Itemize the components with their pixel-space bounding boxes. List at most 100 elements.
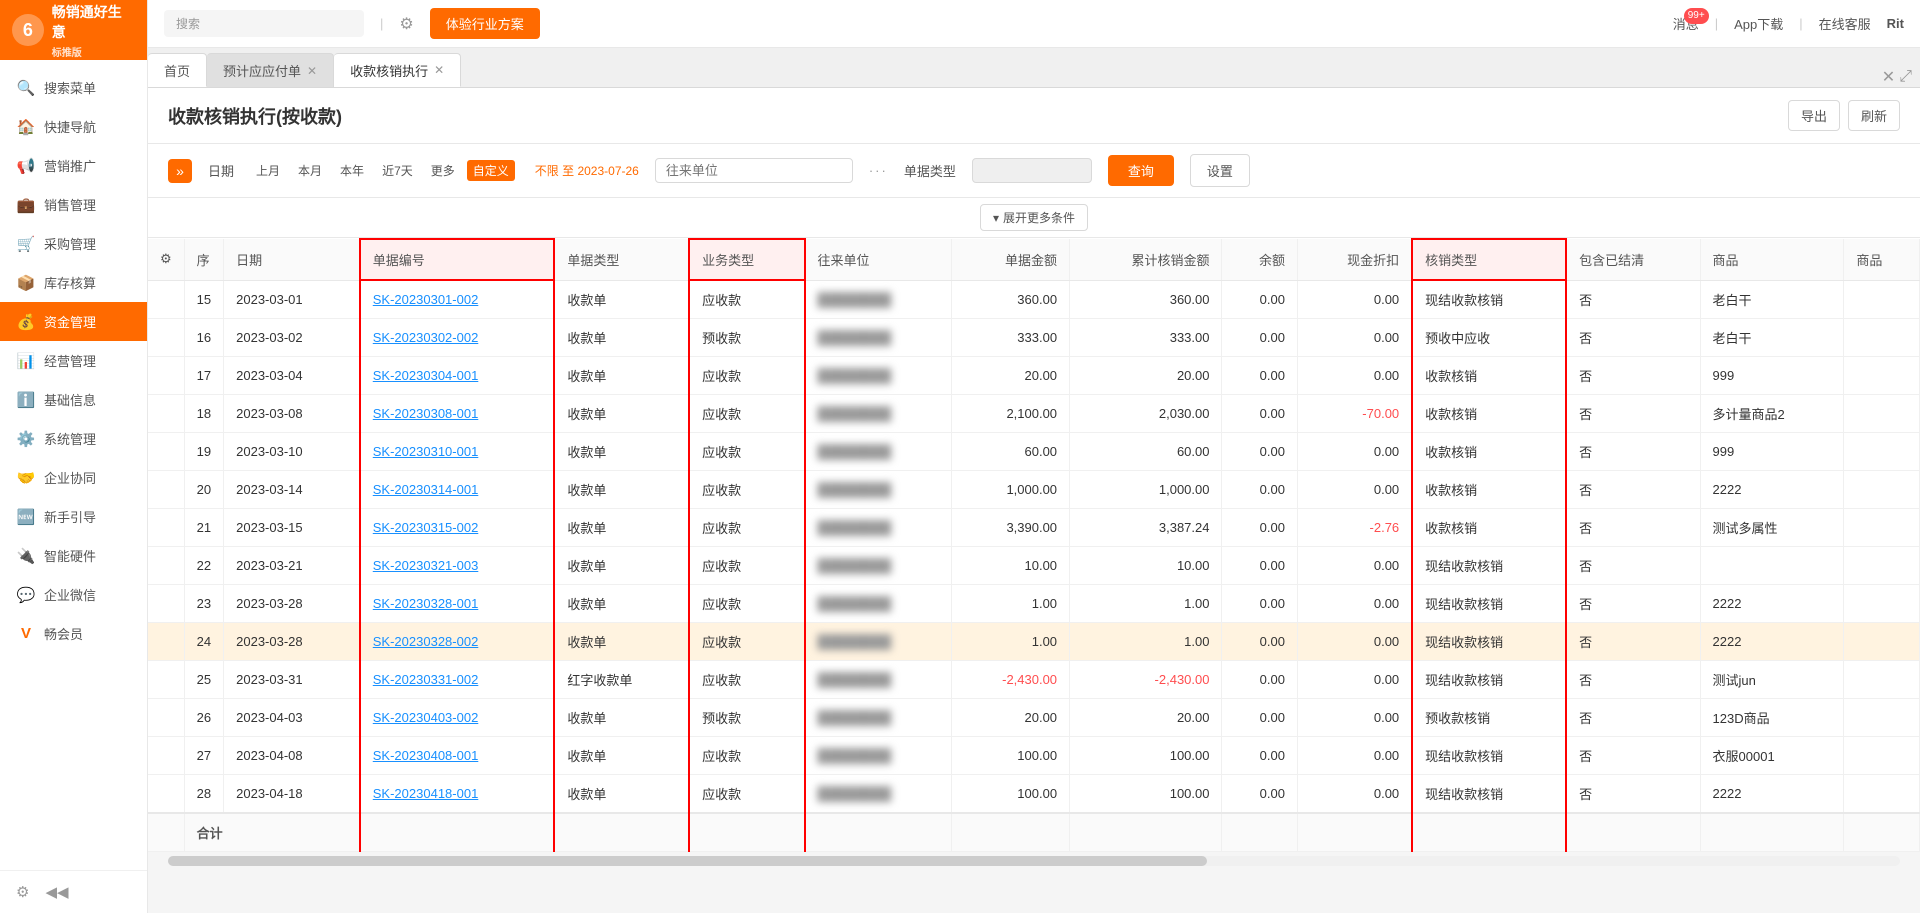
tab-writeoff[interactable]: 收款核销执行 ✕ xyxy=(334,53,461,87)
bill-no-link[interactable]: SK-20230328-001 xyxy=(373,596,479,611)
td-gear[interactable] xyxy=(148,661,184,699)
td-include-settled: 否 xyxy=(1566,509,1700,547)
td-product2 xyxy=(1844,319,1920,357)
bill-no-link[interactable]: SK-20230301-002 xyxy=(373,292,479,307)
query-button[interactable]: 查询 xyxy=(1108,155,1174,186)
table-container[interactable]: ⚙ 序 日期 单据编号 单据类型 业务类型 往来单位 单据金额 累计核销金额 余… xyxy=(148,238,1920,913)
td-gear[interactable] xyxy=(148,433,184,471)
td-cash-discount: -70.00 xyxy=(1297,395,1412,433)
td-accum-writeoff: 1.00 xyxy=(1070,623,1222,661)
export-button[interactable]: 导出 xyxy=(1788,100,1840,131)
td-gear[interactable] xyxy=(148,623,184,661)
date-this-month[interactable]: 本月 xyxy=(292,160,328,181)
bill-no-link[interactable]: SK-20230308-001 xyxy=(373,406,479,421)
th-bill-amount: 单据金额 xyxy=(951,239,1069,280)
table-row: 21 2023-03-15 SK-20230315-002 收款单 应收款 ██… xyxy=(148,509,1920,547)
bill-type-select[interactable] xyxy=(972,158,1092,183)
bill-no-link[interactable]: SK-20230310-001 xyxy=(373,444,479,459)
tab-writeoff-close[interactable]: ✕ xyxy=(434,63,444,77)
date-this-year[interactable]: 本年 xyxy=(334,160,370,181)
sidebar-logo: 6 畅销通好生意 标推版 xyxy=(0,0,147,60)
expand-tab-icon[interactable]: ⤢ xyxy=(1899,68,1912,86)
sidebar-item-hardware[interactable]: 🔌 智能硬件 xyxy=(0,536,147,575)
td-gear[interactable] xyxy=(148,395,184,433)
td-gear[interactable] xyxy=(148,585,184,623)
user-name[interactable]: Rit xyxy=(1887,16,1904,31)
tab-home[interactable]: 首页 xyxy=(148,53,207,87)
sidebar-item-sales[interactable]: 💼 销售管理 xyxy=(0,185,147,224)
enterprise-icon: 🤝 xyxy=(16,469,36,487)
td-gear[interactable] xyxy=(148,737,184,775)
sidebar-item-inventory[interactable]: 📦 库存核算 xyxy=(0,263,147,302)
date-last-month[interactable]: 上月 xyxy=(250,160,286,181)
app-download-link[interactable]: App下载 xyxy=(1734,14,1783,33)
td-date: 2023-03-31 xyxy=(224,661,360,699)
settings-bottom-icon[interactable]: ⚙ xyxy=(16,883,29,901)
online-service-link[interactable]: 在线客服 xyxy=(1819,14,1871,33)
td-gear[interactable] xyxy=(148,699,184,737)
tab-receivable-close[interactable]: ✕ xyxy=(307,64,317,78)
gear-icon[interactable]: ⚙ xyxy=(399,14,413,34)
sidebar-item-wechat[interactable]: 💬 企业微信 xyxy=(0,575,147,614)
bill-no-link[interactable]: SK-20230315-002 xyxy=(373,520,479,535)
th-gear[interactable]: ⚙ xyxy=(148,239,184,280)
bill-no-link[interactable]: SK-20230403-002 xyxy=(373,710,479,725)
sidebar-item-finance[interactable]: 💰 资金管理 xyxy=(0,302,147,341)
td-product2 xyxy=(1844,661,1920,699)
footer-row: 合计 xyxy=(148,813,1920,852)
close-tab-icon[interactable]: ✕ xyxy=(1882,67,1895,87)
td-balance: 0.00 xyxy=(1222,661,1297,699)
td-counterparty: ████████ xyxy=(805,471,952,509)
expand-filters-button[interactable]: ▾ 展开更多条件 xyxy=(980,204,1088,231)
td-gear[interactable] xyxy=(148,319,184,357)
td-writeoff-type: 预收中应收 xyxy=(1412,319,1566,357)
td-product: 2222 xyxy=(1700,471,1844,509)
sidebar-item-purchase[interactable]: 🛒 采购管理 xyxy=(0,224,147,263)
sidebar-item-marketing[interactable]: 📢 营销推广 xyxy=(0,146,147,185)
th-include-settled: 包含已结清 xyxy=(1566,239,1700,280)
td-balance: 0.00 xyxy=(1222,319,1297,357)
td-gear[interactable] xyxy=(148,509,184,547)
td-gear[interactable] xyxy=(148,775,184,814)
sidebar-item-nav[interactable]: 🏠 快捷导航 xyxy=(0,107,147,146)
sidebar-item-search[interactable]: 🔍 搜索菜单 xyxy=(0,68,147,107)
td-gear[interactable] xyxy=(148,471,184,509)
bill-no-link[interactable]: SK-20230328-002 xyxy=(373,634,479,649)
sidebar-item-system[interactable]: ⚙️ 系统管理 xyxy=(0,419,147,458)
filter-settings-button[interactable]: 设置 xyxy=(1190,154,1250,187)
refresh-button[interactable]: 刷新 xyxy=(1848,100,1900,131)
sidebar-item-member[interactable]: V 畅会员 xyxy=(0,614,147,653)
bill-no-link[interactable]: SK-20230321-003 xyxy=(373,558,479,573)
sidebar-item-operations[interactable]: 📊 经营管理 xyxy=(0,341,147,380)
td-bill-amount: 3,390.00 xyxy=(951,509,1069,547)
sidebar-item-enterprise[interactable]: 🤝 企业协同 xyxy=(0,458,147,497)
td-product: 2222 xyxy=(1700,623,1844,661)
date-more[interactable]: 更多 xyxy=(425,160,461,181)
td-gear[interactable] xyxy=(148,357,184,395)
tab-receivable[interactable]: 预计应应付单 ✕ xyxy=(207,53,334,87)
td-gear[interactable] xyxy=(148,547,184,585)
td-date: 2023-03-14 xyxy=(224,471,360,509)
bill-no-link[interactable]: SK-20230418-001 xyxy=(373,786,479,801)
counterparty-input[interactable] xyxy=(655,158,853,183)
sidebar-item-guide[interactable]: 🆕 新手引导 xyxy=(0,497,147,536)
notification-area[interactable]: 消息 99+ xyxy=(1673,14,1699,33)
bill-no-link[interactable]: SK-20230304-001 xyxy=(373,368,479,383)
industry-solution-button[interactable]: 体验行业方案 xyxy=(430,8,540,39)
td-bill-type: 收款单 xyxy=(554,433,689,471)
bill-no-link[interactable]: SK-20230331-002 xyxy=(373,672,479,687)
date-7days[interactable]: 近7天 xyxy=(376,160,419,181)
td-bill-type: 收款单 xyxy=(554,280,689,319)
bill-no-link[interactable]: SK-20230302-002 xyxy=(373,330,479,345)
td-counterparty: ████████ xyxy=(805,775,952,814)
th-bill-type: 单据类型 xyxy=(554,239,689,280)
td-gear[interactable] xyxy=(148,280,184,319)
bill-no-link[interactable]: SK-20230408-001 xyxy=(373,748,479,763)
td-bill-amount: -2,430.00 xyxy=(951,661,1069,699)
bill-no-link[interactable]: SK-20230314-001 xyxy=(373,482,479,497)
filter-toggle-button[interactable]: » xyxy=(168,159,192,183)
sidebar-item-basic[interactable]: ℹ️ 基础信息 xyxy=(0,380,147,419)
collapse-icon[interactable]: ◀◀ xyxy=(45,883,68,901)
date-custom[interactable]: 自定义 xyxy=(467,160,515,181)
td-bill-amount: 360.00 xyxy=(951,280,1069,319)
